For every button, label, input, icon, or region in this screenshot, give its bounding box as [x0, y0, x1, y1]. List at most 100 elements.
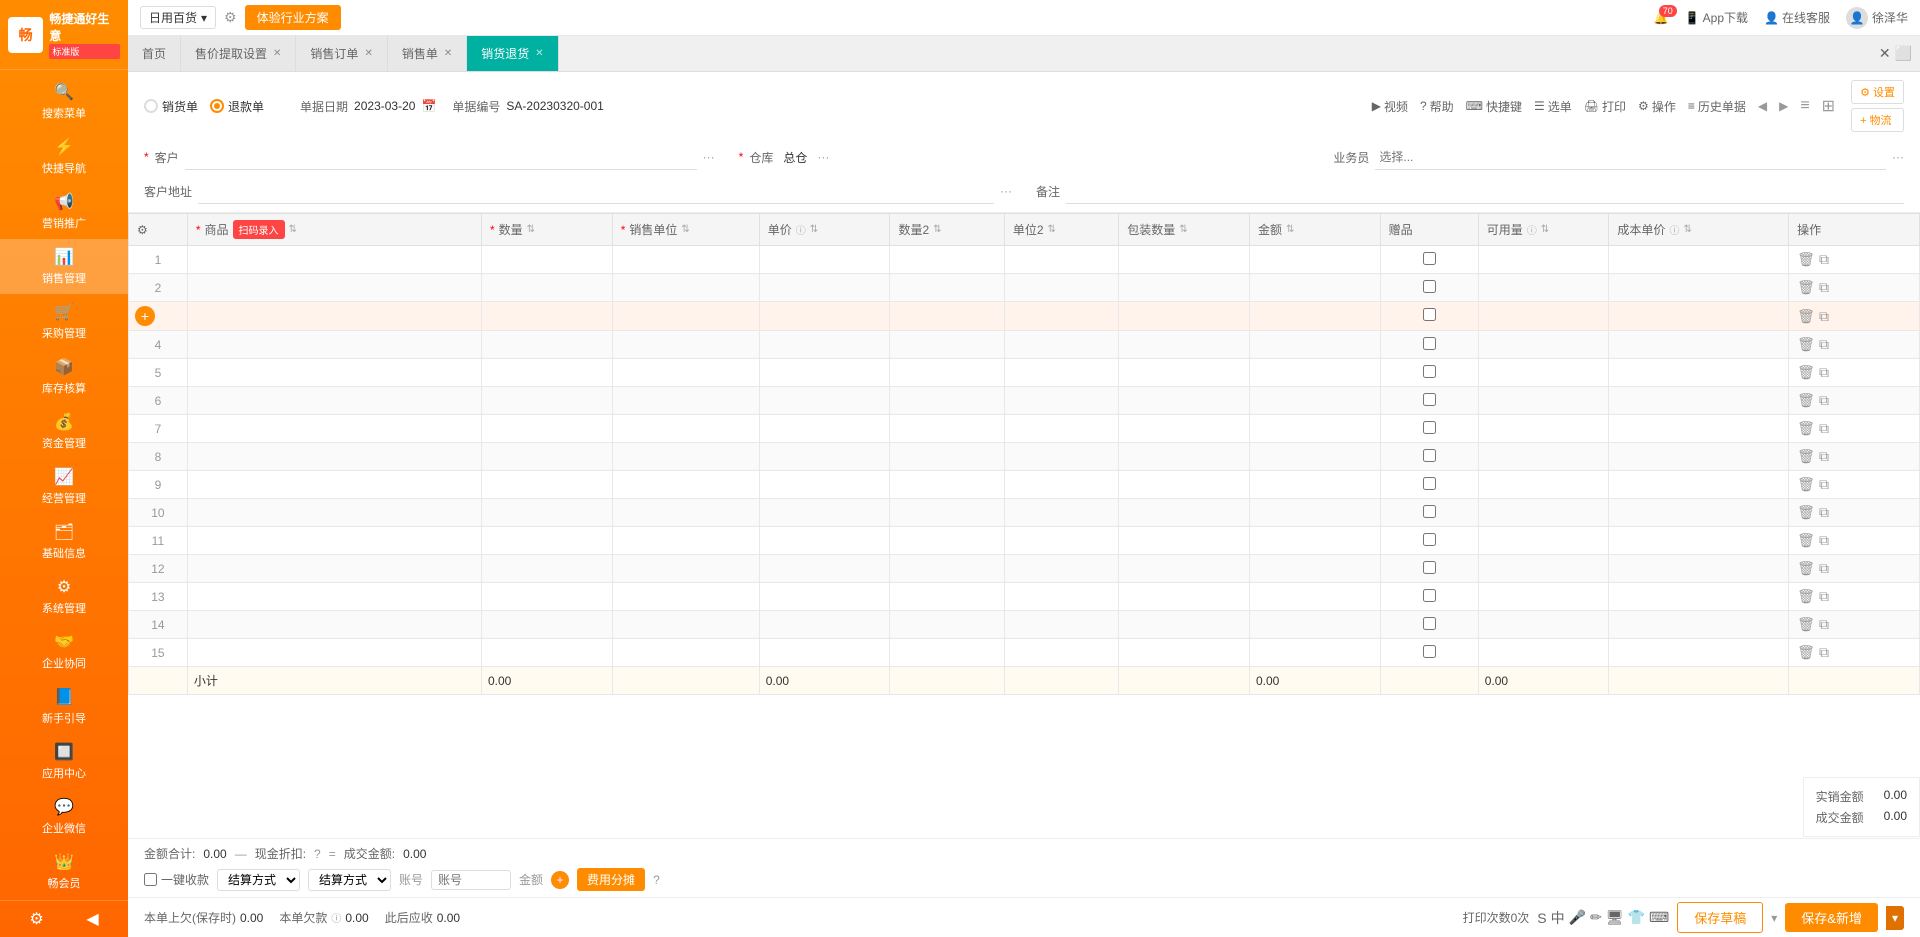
copy-row-btn[interactable]: ⧉ [1819, 560, 1829, 576]
cost_price-cell[interactable] [1609, 246, 1789, 274]
qty-cell[interactable] [481, 471, 612, 499]
product-cell[interactable] [187, 302, 481, 331]
customer-dots-btn[interactable]: ··· [703, 150, 715, 164]
gift-checkbox[interactable] [1423, 421, 1436, 434]
cost_price-cell[interactable] [1609, 583, 1789, 611]
available-cell[interactable] [1478, 387, 1609, 415]
pack_qty-cell[interactable] [1119, 302, 1250, 331]
pack_qty-cell[interactable] [1119, 359, 1250, 387]
amount-cell[interactable] [1249, 331, 1380, 359]
online-service-link[interactable]: 👤 在线客服 [1764, 9, 1830, 26]
pack_qty-cell[interactable] [1119, 499, 1250, 527]
gift-cell[interactable] [1380, 555, 1478, 583]
available-cell[interactable] [1478, 639, 1609, 667]
qty-cell[interactable] [481, 443, 612, 471]
qty2-cell[interactable] [890, 527, 1004, 555]
qty-cell[interactable] [481, 302, 612, 331]
tab-close-sales-return[interactable]: ✕ [535, 48, 543, 59]
gift-checkbox[interactable] [1423, 477, 1436, 490]
sort-price-icon[interactable]: ⇅ [810, 224, 818, 235]
tool-shortcut[interactable]: ⌨ 快捷键 [1466, 98, 1522, 115]
copy-row-btn[interactable]: ⧉ [1819, 476, 1829, 492]
unit-cell[interactable] [612, 302, 759, 331]
calc-method-select[interactable]: 结算方式 [308, 869, 391, 891]
sidebar-item-sales[interactable]: 📊 销售管理 [0, 239, 128, 294]
qty2-cell[interactable] [890, 471, 1004, 499]
cost_price-cell[interactable] [1609, 639, 1789, 667]
save-new-btn[interactable]: 保存&新增 [1785, 903, 1878, 932]
product-cell[interactable] [187, 331, 481, 359]
tool-select[interactable]: ☰ 选单 [1534, 98, 1572, 115]
sidebar-item-shortcut[interactable]: ⚡ 快捷导航 [0, 129, 128, 184]
bottom-icon-6[interactable]: ⌨ [1649, 909, 1669, 926]
pack_qty-cell[interactable] [1119, 527, 1250, 555]
unit-cell[interactable] [612, 443, 759, 471]
delete-row-btn[interactable]: 🗑 [1797, 364, 1815, 380]
unit-cell[interactable] [612, 331, 759, 359]
unit2-cell[interactable] [1004, 527, 1118, 555]
copy-row-btn[interactable]: ⧉ [1819, 251, 1829, 267]
add-payment-btn[interactable]: + [551, 871, 569, 889]
sort-product-icon[interactable]: ⇅ [289, 224, 297, 235]
sort-amount-icon[interactable]: ⇅ [1286, 224, 1294, 235]
gift-cell[interactable] [1380, 246, 1478, 274]
hint-cost-icon[interactable]: ⓘ [1669, 222, 1679, 237]
qty2-cell[interactable] [890, 387, 1004, 415]
sidebar-item-appcenter[interactable]: 🔲 应用中心 [0, 734, 128, 789]
gift-checkbox[interactable] [1423, 533, 1436, 546]
product-cell[interactable] [187, 499, 481, 527]
amount-cell[interactable] [1249, 246, 1380, 274]
cost_price-cell[interactable] [1609, 331, 1789, 359]
fees-hint-icon[interactable]: ? [653, 873, 660, 887]
delete-row-btn[interactable]: 🗑 [1797, 308, 1815, 324]
available-cell[interactable] [1478, 302, 1609, 331]
product-cell[interactable] [187, 274, 481, 302]
save-new-chevron[interactable]: ▾ [1886, 906, 1904, 930]
product-cell[interactable] [187, 611, 481, 639]
app-download-link[interactable]: 📱 App下载 [1685, 9, 1748, 26]
product-cell[interactable] [187, 583, 481, 611]
available-cell[interactable] [1478, 415, 1609, 443]
user-profile[interactable]: 👤 徐泽华 [1846, 7, 1908, 29]
amount-cell[interactable] [1249, 611, 1380, 639]
amount-cell[interactable] [1249, 471, 1380, 499]
available-cell[interactable] [1478, 331, 1609, 359]
available-cell[interactable] [1478, 246, 1609, 274]
tab-home[interactable]: 首页 [128, 36, 181, 71]
radio-sales[interactable]: 销货单 [144, 98, 198, 115]
available-cell[interactable] [1478, 274, 1609, 302]
topbar-gear-icon[interactable]: ⚙ [224, 9, 237, 26]
bottom-icon-5[interactable]: 👕 [1628, 909, 1645, 926]
qty-cell[interactable] [481, 639, 612, 667]
sort-unit2-icon[interactable]: ⇅ [1048, 224, 1056, 235]
qty2-cell[interactable] [890, 639, 1004, 667]
cost_price-cell[interactable] [1609, 415, 1789, 443]
tab-sales-return[interactable]: 销货退货 ✕ [467, 36, 558, 71]
tab-close-sales-order[interactable]: ✕ [364, 48, 372, 59]
pack_qty-cell[interactable] [1119, 274, 1250, 302]
qty-cell[interactable] [481, 274, 612, 302]
cost_price-cell[interactable] [1609, 499, 1789, 527]
hint-price-icon[interactable]: ⓘ [796, 222, 806, 237]
customer-input[interactable] [185, 144, 697, 170]
available-cell[interactable] [1478, 555, 1609, 583]
qty2-cell[interactable] [890, 246, 1004, 274]
gift-cell[interactable] [1380, 527, 1478, 555]
bottom-icon-1[interactable]: 中 [1551, 908, 1565, 928]
discount-hint-icon[interactable]: ? [314, 847, 321, 861]
delete-row-btn[interactable]: 🗑 [1797, 251, 1815, 267]
tab-sales-order[interactable]: 销售订单 ✕ [296, 36, 387, 71]
available-cell[interactable] [1478, 611, 1609, 639]
sidebar-item-enterprise[interactable]: 🤝 企业协同 [0, 624, 128, 679]
gift-cell[interactable] [1380, 471, 1478, 499]
gift-cell[interactable] [1380, 274, 1478, 302]
tab-close-price-extract[interactable]: ✕ [273, 48, 281, 59]
price-cell[interactable] [759, 387, 890, 415]
price-cell[interactable] [759, 443, 890, 471]
tab-price-extract[interactable]: 售价提取设置 ✕ [181, 36, 296, 71]
note-input[interactable] [1066, 178, 1904, 204]
qty2-cell[interactable] [890, 415, 1004, 443]
tool-print[interactable]: 🖨 打印 [1584, 98, 1626, 115]
available-cell[interactable] [1478, 499, 1609, 527]
gift-cell[interactable] [1380, 611, 1478, 639]
